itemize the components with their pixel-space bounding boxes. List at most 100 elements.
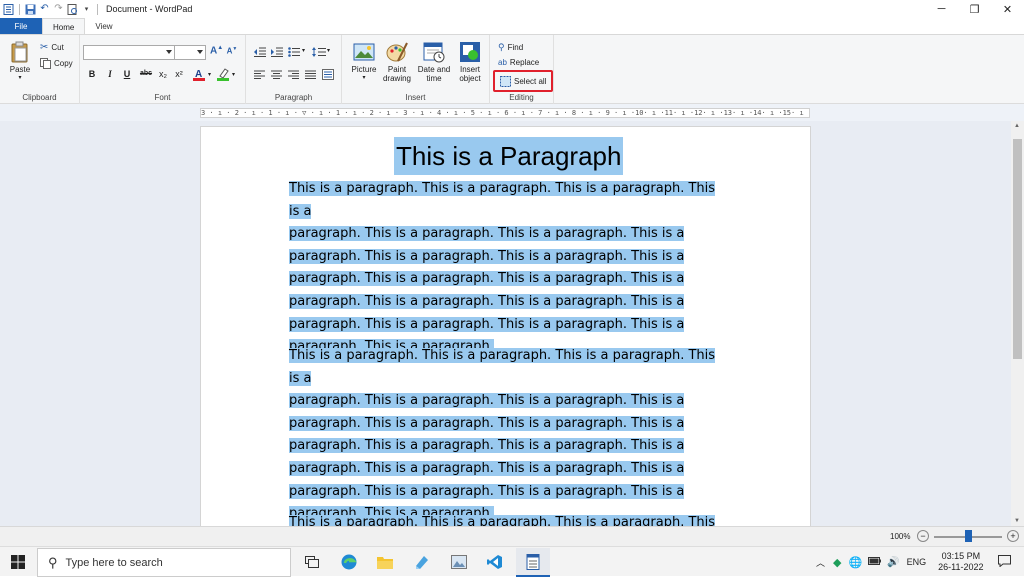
- line-spacing-icon[interactable]: [312, 47, 326, 57]
- align-left-icon[interactable]: [254, 70, 265, 79]
- cut-label: Cut: [51, 43, 64, 52]
- customize-toolbar-icon[interactable]: ▾: [81, 4, 92, 15]
- restore-icon[interactable]: ❐: [958, 0, 991, 18]
- volume-icon[interactable]: 🔊: [887, 557, 899, 568]
- strikethrough-button[interactable]: abc: [138, 70, 154, 77]
- picture-button[interactable]: Picture ▾: [348, 41, 380, 83]
- undo-icon[interactable]: ↶: [39, 4, 50, 15]
- editing-group: ⚲ Find ab Replace Select all Editing: [490, 35, 554, 104]
- paragraph-group-label: Paragraph: [274, 93, 313, 102]
- insert-object-icon: [460, 42, 480, 62]
- app-icon[interactable]: [413, 553, 431, 571]
- select-all-icon: [500, 75, 511, 87]
- ruler-scale[interactable]: 3 · ı · 2 · ı · 1 · ı · ▽ · ı · 1 · ı · …: [200, 108, 810, 118]
- wordpad-taskbar-button[interactable]: [516, 548, 550, 577]
- redo-icon[interactable]: ↷: [53, 4, 64, 15]
- scissors-icon: ✂: [40, 42, 49, 53]
- paint-label-2: drawing: [382, 74, 411, 83]
- select-all-button[interactable]: Select all: [493, 70, 554, 92]
- justify-icon[interactable]: [305, 70, 316, 79]
- chevron-down-icon: ▾: [18, 75, 22, 81]
- paste-button[interactable]: Paste ▾: [6, 41, 34, 83]
- superscript-button[interactable]: x²: [173, 69, 185, 79]
- shrink-font-button[interactable]: A▼: [226, 46, 238, 56]
- system-tray: ︿ ◆ 🌐 🔊 ENG 03:15 PM 26-11-2022: [816, 547, 1011, 577]
- edge-browser-icon[interactable]: [340, 553, 358, 571]
- clipboard-group-label: Clipboard: [22, 93, 57, 102]
- text-line: paragraph. This is a paragraph. This is …: [289, 248, 685, 264]
- app-tray-icon[interactable]: ◆: [833, 556, 841, 569]
- tab-view[interactable]: View: [85, 18, 122, 35]
- paragraph-1[interactable]: This is a paragraph. This is a paragraph…: [289, 178, 724, 359]
- insert-object-button[interactable]: Insert object: [454, 41, 486, 83]
- tab-home[interactable]: Home: [42, 18, 86, 35]
- photos-app-icon[interactable]: [450, 553, 468, 571]
- copy-icon: [40, 58, 51, 69]
- ribbon: Paste ▾ ✂ Cut Copy Clipboard A▲ A▼ B I U…: [0, 34, 1024, 104]
- show-hidden-icons-icon[interactable]: ︿: [816, 556, 825, 569]
- paragraph-2[interactable]: This is a paragraph. This is a paragraph…: [289, 345, 724, 526]
- text-line: paragraph. This is a paragraph. This is …: [289, 460, 685, 476]
- windows-start-icon[interactable]: [9, 553, 27, 571]
- taskbar: ⚲ Type here to search ︿ ◆ 🌐 🔊 ENG 03:15 …: [0, 546, 1024, 577]
- grow-font-button[interactable]: A▲: [210, 45, 223, 56]
- bullet-list-icon[interactable]: [288, 47, 300, 57]
- text-line: This is a paragraph. This is a paragraph…: [289, 181, 716, 219]
- italic-button[interactable]: I: [104, 69, 116, 79]
- minimize-icon[interactable]: ─: [925, 0, 958, 18]
- clock[interactable]: 03:15 PM 26-11-2022: [938, 551, 983, 573]
- notification-icon[interactable]: [997, 555, 1011, 569]
- close-icon[interactable]: ✕: [991, 0, 1024, 18]
- align-right-icon[interactable]: [288, 70, 299, 79]
- vertical-scrollbar[interactable]: ▲ ▼: [1011, 121, 1024, 526]
- battery-icon[interactable]: [868, 557, 882, 567]
- paragraph-settings-icon[interactable]: [322, 69, 334, 80]
- document-heading[interactable]: This is a Paragraph: [394, 137, 624, 175]
- scroll-down-icon[interactable]: ▼: [1014, 518, 1020, 524]
- chevron-down-icon[interactable]: ▾: [327, 47, 330, 54]
- network-globe-icon[interactable]: 🌐: [848, 556, 862, 569]
- status-bar: 100% − +: [0, 526, 1024, 546]
- font-family-dropdown[interactable]: [83, 45, 175, 60]
- text-line: paragraph. This is a paragraph. This is …: [289, 415, 685, 431]
- zoom-level: 100%: [890, 532, 911, 541]
- file-explorer-icon[interactable]: [376, 553, 394, 571]
- highlight-color-button[interactable]: ▾: [217, 68, 235, 81]
- print-preview-icon[interactable]: [67, 3, 78, 15]
- paint-drawing-button[interactable]: Paint drawing: [380, 41, 414, 83]
- decrease-indent-icon[interactable]: [254, 47, 266, 57]
- tab-file[interactable]: File: [0, 18, 42, 35]
- replace-button[interactable]: ab Replace: [498, 58, 539, 67]
- paragraph-3[interactable]: This is a paragraph. This is a paragraph…: [289, 512, 724, 526]
- document-page[interactable]: This is a Paragraph This is a paragraph.…: [200, 126, 811, 526]
- bold-button[interactable]: B: [86, 69, 98, 79]
- editing-group-label: Editing: [509, 93, 534, 102]
- underline-button[interactable]: U: [121, 69, 133, 79]
- cut-button[interactable]: ✂ Cut: [40, 42, 64, 53]
- increase-indent-icon[interactable]: [271, 47, 283, 57]
- zoom-slider-thumb[interactable]: [965, 530, 972, 542]
- date-time-button[interactable]: Date and time: [416, 41, 452, 83]
- paint-palette-icon: [386, 42, 408, 62]
- save-icon[interactable]: [25, 4, 36, 15]
- language-indicator[interactable]: ENG: [907, 557, 927, 567]
- task-view-icon[interactable]: [303, 553, 321, 571]
- select-all-label: Select all: [514, 76, 547, 86]
- scrollbar-thumb[interactable]: [1013, 139, 1022, 359]
- chevron-down-icon[interactable]: ▾: [302, 47, 305, 54]
- align-center-icon[interactable]: [271, 70, 282, 79]
- taskbar-search-box[interactable]: ⚲ Type here to search: [37, 548, 291, 577]
- text-line: This is a paragraph. This is a paragraph…: [289, 515, 716, 526]
- chevron-down-icon: [166, 50, 172, 54]
- vscode-icon[interactable]: [486, 553, 504, 571]
- zoom-out-button[interactable]: −: [917, 530, 929, 542]
- font-color-button[interactable]: A ▾: [193, 68, 211, 81]
- scroll-up-icon[interactable]: ▲: [1014, 123, 1020, 129]
- date-time-label-2: time: [426, 74, 442, 83]
- font-size-dropdown[interactable]: [174, 45, 206, 60]
- find-button[interactable]: ⚲ Find: [498, 42, 523, 53]
- paragraph-group: ▾ ▾ Paragraph: [246, 35, 342, 104]
- zoom-in-button[interactable]: +: [1007, 530, 1019, 542]
- subscript-button[interactable]: x₂: [157, 69, 169, 79]
- copy-button[interactable]: Copy: [40, 58, 73, 69]
